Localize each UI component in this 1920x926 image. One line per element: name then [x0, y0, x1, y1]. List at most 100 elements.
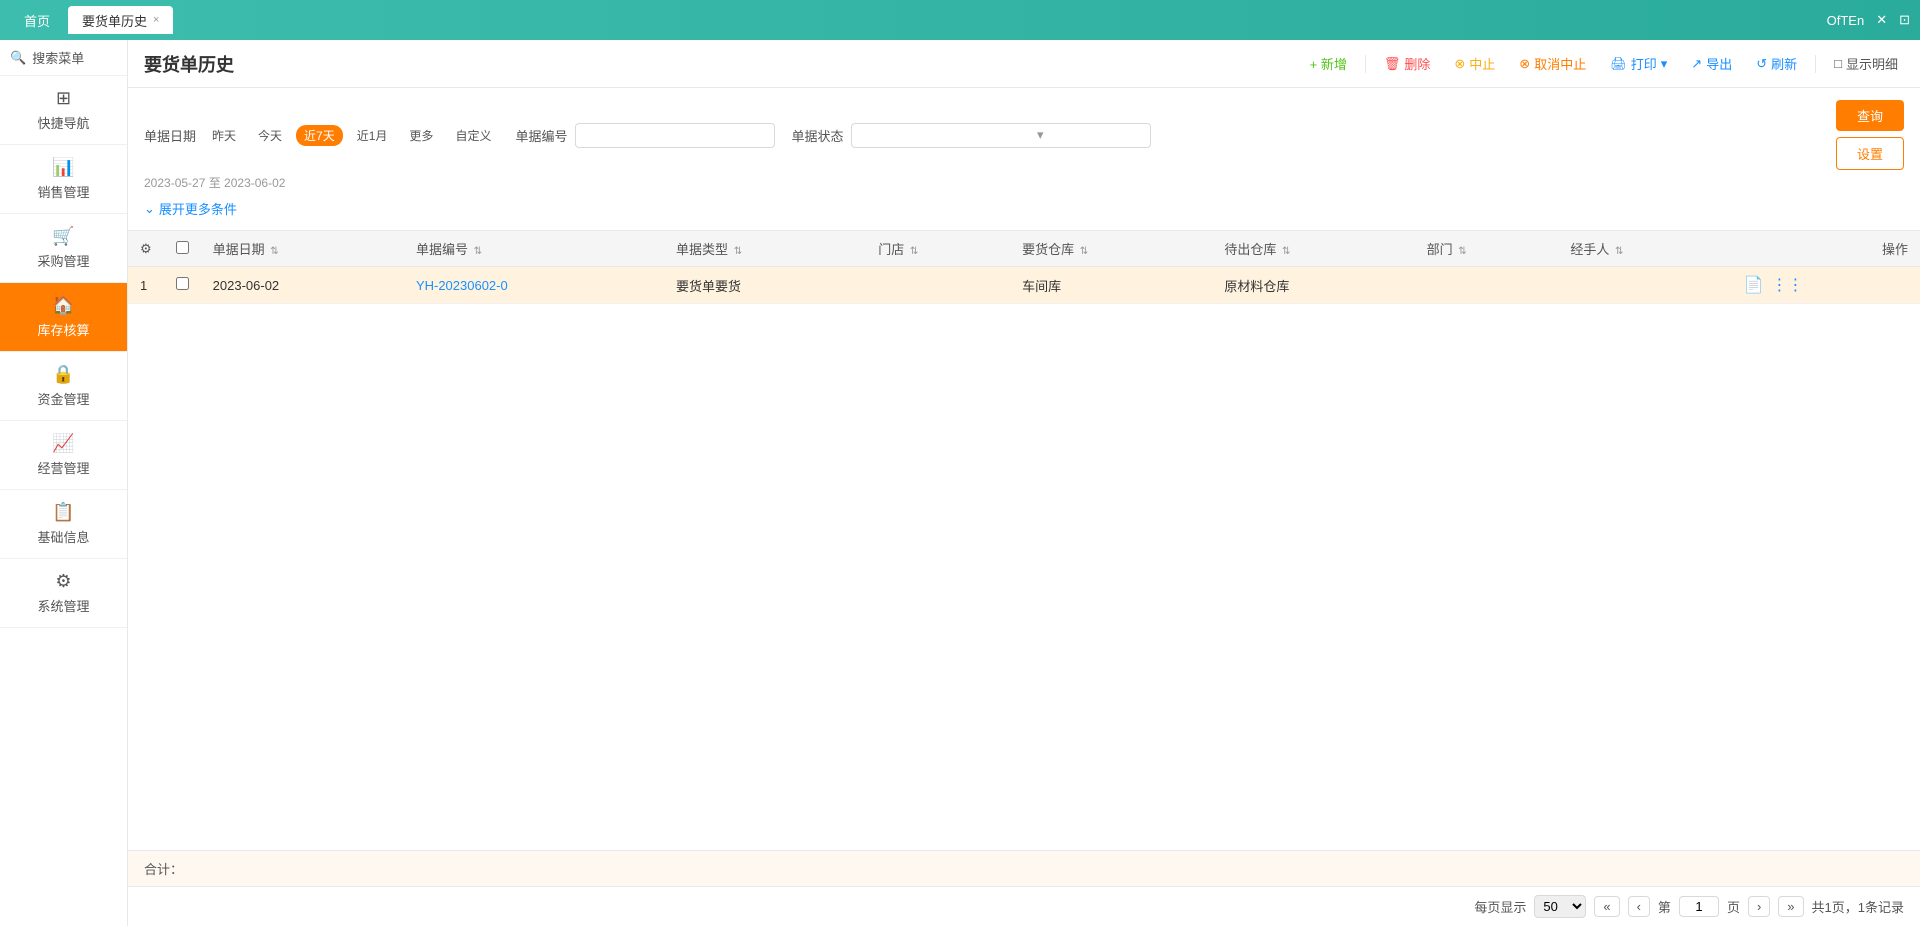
th-reqwarehouse-label: 要货仓库: [1022, 242, 1074, 257]
first-page-btn[interactable]: «: [1594, 896, 1619, 917]
th-store-label: 门店: [878, 242, 904, 257]
refresh-button[interactable]: ↺ 刷新: [1750, 50, 1803, 77]
sidebar-item-sales[interactable]: 📊 销售管理: [0, 145, 127, 214]
sort-store-icon[interactable]: ⇅: [910, 246, 918, 257]
status-filter-group: 单据状态 ▾: [791, 123, 1051, 148]
prev-page-btn[interactable]: ‹: [1628, 896, 1650, 917]
footer-total: 合计：: [128, 850, 1920, 886]
sidebar-search-label: 搜索菜单: [32, 48, 84, 67]
th-doctype: 单据类型 ⇅: [664, 231, 866, 267]
stop-icon: ⊗: [1454, 56, 1465, 72]
chip-last7days[interactable]: 近7天: [296, 125, 343, 146]
th-store: 门店 ⇅: [866, 231, 1010, 267]
table-body: 1 2023-06-02 YH-20230602-0 要货单要货 车间库 原材料…: [128, 267, 1920, 304]
sidebar-item-sysmanage[interactable]: ⚙ 系统管理: [0, 559, 127, 628]
th-doctype-label: 单据类型: [676, 242, 728, 257]
new-button[interactable]: + 新增: [1304, 50, 1353, 77]
delete-label: 删除: [1404, 54, 1430, 73]
docno-filter-label: 单据编号: [515, 126, 567, 145]
window-close-icon[interactable]: ✕: [1876, 12, 1887, 28]
chip-custom[interactable]: 自定义: [447, 125, 499, 146]
th-reqwarehouse: 要货仓库 ⇅: [1010, 231, 1212, 267]
sidebar-item-operations[interactable]: 📈 经营管理: [0, 421, 127, 490]
export-button[interactable]: ↗ 导出: [1685, 50, 1738, 77]
stop-button[interactable]: ⊗ 中止: [1448, 50, 1501, 77]
cell-action: 📄 ⋮⋮: [1731, 267, 1920, 304]
page-unit: 页: [1727, 897, 1740, 916]
cell-store: [866, 267, 1010, 304]
th-handler-label: 经手人: [1570, 242, 1609, 257]
tab-home[interactable]: 首页: [10, 6, 64, 34]
edit-action-icon[interactable]: 📄: [1743, 275, 1763, 295]
th-pendingwarehouse-label: 待出仓库: [1224, 242, 1276, 257]
sidebar-item-purchase[interactable]: 🛒 采购管理: [0, 214, 127, 283]
sort-pendingwarehouse-icon[interactable]: ⇅: [1282, 246, 1290, 257]
window-maximize-icon[interactable]: ⊡: [1899, 12, 1910, 28]
tab-history-close[interactable]: ×: [153, 14, 159, 26]
chip-today[interactable]: 今天: [250, 125, 290, 146]
th-checkbox: [164, 231, 201, 267]
cell-dept: [1415, 267, 1559, 304]
export-label: 导出: [1706, 54, 1732, 73]
export-icon: ↗: [1691, 56, 1702, 72]
quicknav-icon: ⊞: [56, 88, 71, 109]
row-checkbox[interactable]: [176, 277, 189, 290]
sort-handler-icon[interactable]: ⇅: [1615, 246, 1623, 257]
cell-pendingwarehouse: 原材料仓库: [1212, 267, 1414, 304]
sort-dept-icon[interactable]: ⇅: [1458, 246, 1466, 257]
select-all-checkbox[interactable]: [176, 241, 189, 254]
last-page-btn[interactable]: »: [1778, 896, 1803, 917]
sidebar-item-inventory[interactable]: 🏠 库存核算: [0, 283, 127, 352]
new-label: + 新增: [1310, 54, 1347, 73]
sort-docdate-icon[interactable]: ⇅: [270, 246, 278, 257]
page-label: 第: [1658, 897, 1671, 916]
status-select[interactable]: [851, 123, 1151, 148]
chip-last1month[interactable]: 近1月: [349, 125, 396, 146]
setting-button[interactable]: 设置: [1836, 137, 1904, 170]
sort-doctype-icon[interactable]: ⇅: [734, 246, 742, 257]
date-chips: 昨天 今天 近7天 近1月 更多 自定义: [204, 125, 499, 146]
chip-more[interactable]: 更多: [401, 125, 441, 146]
total-info: 共1页，1条记录: [1812, 897, 1904, 916]
sidebar-search[interactable]: 🔍 搜索菜单: [0, 40, 127, 76]
sidebar-item-quicknav[interactable]: ⊞ 快捷导航: [0, 76, 127, 145]
per-page-select[interactable]: 50 20 100: [1534, 895, 1586, 918]
cell-index: 1: [128, 267, 164, 304]
chip-yesterday[interactable]: 昨天: [204, 125, 244, 146]
docno-link[interactable]: YH-20230602-0: [416, 278, 508, 293]
sort-reqwarehouse-icon[interactable]: ⇅: [1080, 246, 1088, 257]
cancel-stop-label: 取消中止: [1534, 54, 1586, 73]
query-button[interactable]: 查询: [1836, 100, 1904, 131]
more-action-icon[interactable]: ⋮⋮: [1771, 275, 1803, 295]
date-range-text: 2023-05-27 至 2023-06-02: [144, 176, 285, 190]
sidebar-item-basicinfo[interactable]: 📋 基础信息: [0, 490, 127, 559]
tab-history[interactable]: 要货单历史 ×: [68, 6, 173, 34]
table-row: 1 2023-06-02 YH-20230602-0 要货单要货 车间库 原材料…: [128, 267, 1920, 304]
refresh-icon: ↺: [1756, 56, 1767, 72]
gear-icon[interactable]: ⚙: [140, 241, 152, 256]
action-icons: 📄 ⋮⋮: [1743, 275, 1908, 295]
expand-more-btn[interactable]: ⌄ 展开更多条件: [144, 199, 1904, 218]
th-docdate: 单据日期 ⇅: [201, 231, 404, 267]
sidebar: 🔍 搜索菜单 ⊞ 快捷导航 📊 销售管理 🛒 采购管理 🏠 库存核算 🔒 资金管…: [0, 40, 128, 926]
inventory-icon: 🏠: [52, 295, 74, 316]
th-dept-label: 部门: [1427, 242, 1453, 257]
cell-reqwarehouse: 车间库: [1010, 267, 1212, 304]
sidebar-item-finance[interactable]: 🔒 资金管理: [0, 352, 127, 421]
chevron-down-icon: ⌄: [144, 201, 155, 217]
sidebar-item-purchase-label: 采购管理: [37, 251, 89, 270]
delete-icon: 🗑: [1384, 56, 1401, 72]
delete-button[interactable]: 🗑 删除: [1378, 50, 1437, 77]
next-page-btn[interactable]: ›: [1748, 896, 1770, 917]
docno-input[interactable]: [575, 123, 775, 148]
tab-history-label: 要货单历史: [82, 11, 147, 30]
page-input[interactable]: [1679, 896, 1719, 917]
search-icon: 🔍: [10, 50, 26, 66]
cancel-stop-button[interactable]: ⊗ 取消中止: [1513, 50, 1592, 77]
sort-docno-icon[interactable]: ⇅: [474, 246, 482, 257]
status-filter-label: 单据状态: [791, 126, 843, 145]
table-header: ⚙ 单据日期 ⇅ 单据编号 ⇅: [128, 231, 1920, 267]
display-detail-button[interactable]: □ 显示明细: [1828, 50, 1904, 77]
print-button[interactable]: 🖨 打印 ▾: [1604, 50, 1673, 77]
date-range-display: 2023-05-27 至 2023-06-02: [144, 174, 1904, 191]
